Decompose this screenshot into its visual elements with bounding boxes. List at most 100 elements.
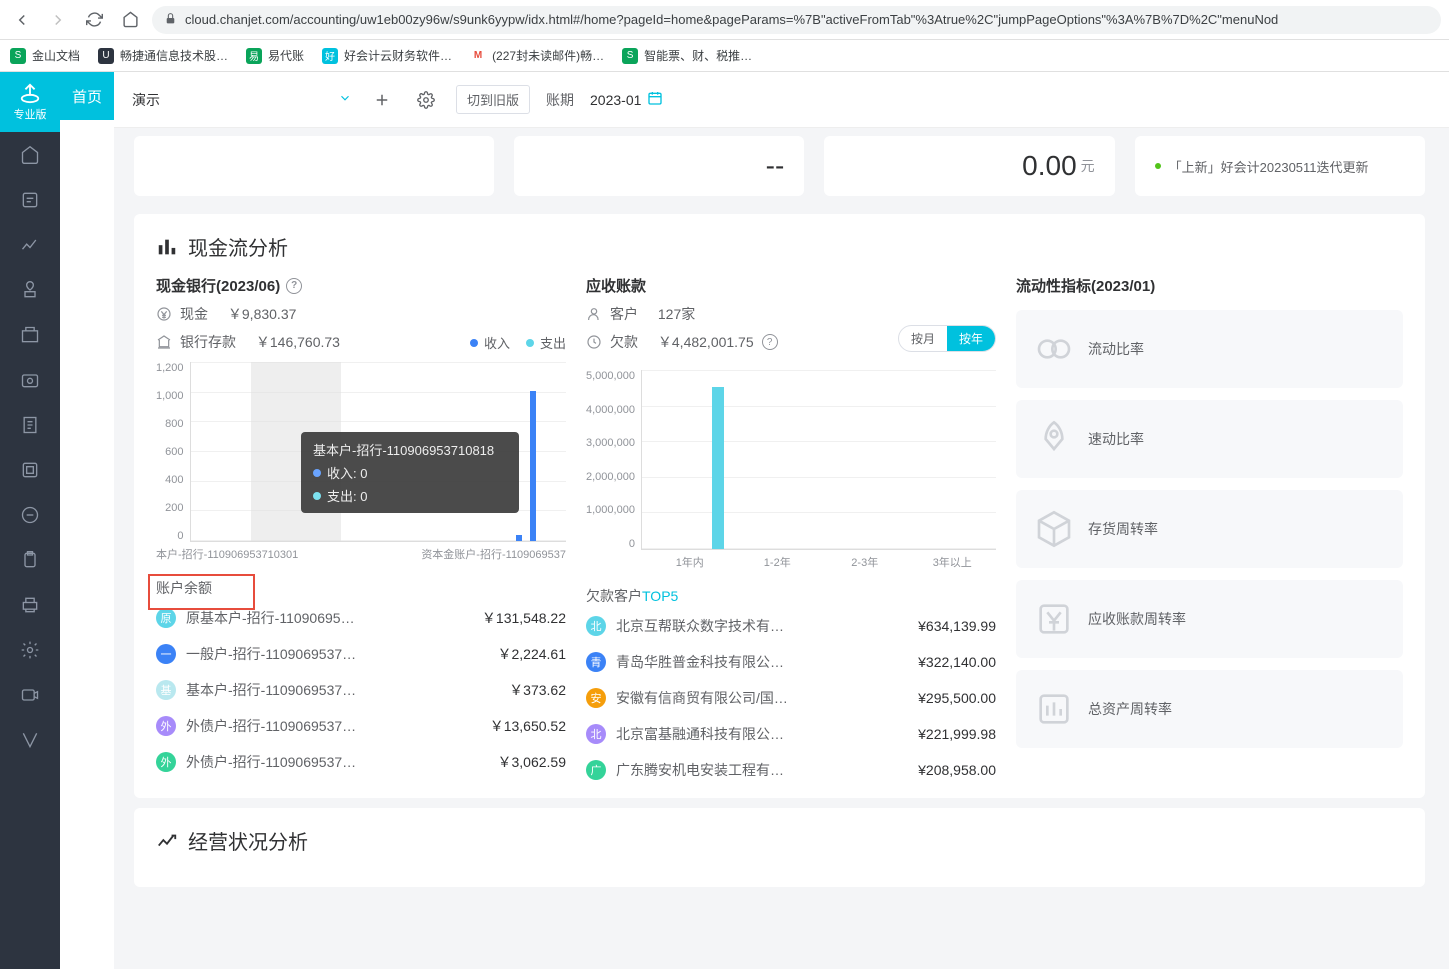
rail-tax-icon[interactable] — [0, 447, 60, 492]
yen-icon — [1034, 599, 1074, 639]
deposit-stat: 银行存款 ￥146,760.73 — [156, 332, 470, 352]
bookmark-label: 易代账 — [268, 47, 304, 64]
account-row[interactable]: 外外债户-招行-1109069537…￥13,650.52 — [156, 716, 566, 736]
edition-label: 专业版 — [14, 106, 47, 122]
help-icon[interactable]: ? — [286, 278, 302, 294]
forward-button[interactable] — [44, 6, 72, 34]
rail-home-icon[interactable] — [0, 132, 60, 177]
debtor-row[interactable]: 北北京富基融通科技有限公…¥221,999.98 — [586, 724, 996, 744]
rail-invoice-icon[interactable] — [0, 402, 60, 447]
app-logo[interactable]: 专业版 — [0, 72, 60, 132]
rail-report-icon[interactable] — [0, 222, 60, 267]
calendar-icon — [647, 90, 663, 109]
account-icon: 外 — [156, 716, 176, 736]
chart-bar — [516, 535, 522, 541]
help-icon[interactable]: ? — [762, 334, 778, 350]
rail-assets-icon[interactable] — [0, 312, 60, 357]
rail-print-icon[interactable] — [0, 582, 60, 627]
cash-bank-chart[interactable]: 1,2001,0008006004002000 本户-招行-1109069537… — [156, 362, 566, 562]
liquidity-card[interactable]: 总资产周转率 — [1016, 670, 1403, 748]
debtor-row[interactable]: 广广东腾安机电安装工程有…¥208,958.00 — [586, 760, 996, 780]
chart-tooltip: 基本户-招行-110906953710818 收入: 0 支出: 0 — [301, 432, 519, 513]
url-text: cloud.chanjet.com/accounting/uw1eb00zy96… — [185, 12, 1278, 27]
y-axis: 1,2001,0008006004002000 — [156, 362, 190, 542]
rail-funds-icon[interactable] — [0, 267, 60, 312]
add-button[interactable] — [368, 86, 396, 114]
gear-icon[interactable] — [412, 86, 440, 114]
period-value: 2023-01 — [590, 92, 641, 108]
rail-v-icon[interactable] — [0, 717, 60, 762]
rail-archive-icon[interactable] — [0, 492, 60, 537]
page-tabs: 首页 — [60, 72, 114, 969]
debtor-row[interactable]: 青青岛华胜普金科技有限公…¥322,140.00 — [586, 652, 996, 672]
account-row[interactable]: 外外债户-招行-1109069537…￥3,062.59 — [156, 752, 566, 772]
rail-salary-icon[interactable] — [0, 357, 60, 402]
bookmark-item[interactable]: U畅捷通信息技术股… — [98, 47, 228, 64]
reload-button[interactable] — [80, 6, 108, 34]
receivables-chart[interactable]: 5,000,0004,000,0003,000,0002,000,0001,00… — [586, 370, 996, 550]
bookmark-item[interactable]: M(227封未读邮件)畅… — [470, 47, 604, 64]
period-select[interactable]: 2023-01 — [590, 90, 663, 109]
account-row[interactable]: 原原基本户-招行-11090695…￥131,548.22 — [156, 608, 566, 628]
bookmark-item[interactable]: 好好会计云财务软件… — [322, 47, 452, 64]
address-bar[interactable]: cloud.chanjet.com/accounting/uw1eb00zy96… — [152, 6, 1441, 34]
liquidity-card[interactable]: 速动比率 — [1016, 400, 1403, 478]
summary-dash: -- — [514, 136, 804, 196]
rail-video-icon[interactable] — [0, 672, 60, 717]
liquidity-card[interactable]: 流动比率 — [1016, 310, 1403, 388]
operations-title: 经营状况分析 — [156, 826, 1403, 855]
bookmark-item[interactable]: S智能票、财、税推… — [622, 47, 752, 64]
debtor-icon: 北 — [586, 616, 606, 636]
trend-icon — [156, 830, 178, 852]
x-axis: 本户-招行-110906953710301资本金账户-招行-1109069537 — [156, 542, 566, 562]
home-button[interactable] — [116, 6, 144, 34]
org-selector[interactable]: 演示 — [132, 90, 352, 110]
chevron-down-icon — [338, 91, 352, 108]
bookmark-label: 金山文档 — [32, 47, 80, 64]
bookmarks-bar: S金山文档 U畅捷通信息技术股… 易易代账 好好会计云财务软件… M(227封未… — [0, 40, 1449, 72]
account-icon: 一 — [156, 644, 176, 664]
account-icon: 原 — [156, 608, 176, 628]
bank-icon — [156, 334, 172, 350]
rail-voucher-icon[interactable] — [0, 177, 60, 222]
highlight-box — [148, 574, 255, 610]
back-button[interactable] — [8, 6, 36, 34]
rail-clipboard-icon[interactable] — [0, 537, 60, 582]
box-icon — [1034, 509, 1074, 549]
bookmark-label: 畅捷通信息技术股… — [120, 47, 228, 64]
bookmark-item[interactable]: 易易代账 — [246, 47, 304, 64]
debtor-icon: 青 — [586, 652, 606, 672]
debt-stat: 欠款 ￥4,482,001.75 ? — [586, 332, 898, 352]
debtor-row[interactable]: 北北京互帮联众数字技术有…¥634,139.99 — [586, 616, 996, 636]
period-toggle: 按月 按年 — [898, 325, 996, 352]
account-row[interactable]: 基基本户-招行-1109069537…￥373.62 — [156, 680, 566, 700]
browser-toolbar: cloud.chanjet.com/accounting/uw1eb00zy96… — [0, 0, 1449, 40]
receivables-title: 应收账款 — [586, 275, 646, 296]
rail-settings-icon[interactable] — [0, 627, 60, 672]
liquidity-card[interactable]: 存货周转率 — [1016, 490, 1403, 568]
x-axis: 1年内1-2年2-3年3年以上 — [586, 550, 996, 570]
bookmark-item[interactable]: S金山文档 — [10, 47, 80, 64]
period-label: 账期 — [546, 90, 574, 110]
cash-bank-title: 现金银行(2023/06) ? — [156, 275, 566, 296]
switch-old-button[interactable]: 切到旧版 — [456, 85, 530, 114]
yen-icon — [156, 306, 172, 322]
liquidity-card[interactable]: 应收账款周转率 — [1016, 580, 1403, 658]
account-icon: 基 — [156, 680, 176, 700]
news-text: 「上新」好会计20230511迭代更新 — [1169, 157, 1369, 176]
cash-stat: 现金 ￥9,830.37 — [156, 304, 566, 324]
account-row[interactable]: 一一般户-招行-1109069537…￥2,224.61 — [156, 644, 566, 664]
bookmark-label: 智能票、财、税推… — [644, 47, 752, 64]
cashflow-title: 现金流分析 — [156, 232, 1403, 261]
org-name: 演示 — [132, 90, 160, 110]
bookmark-label: (227封未读邮件)畅… — [492, 47, 604, 64]
toggle-month[interactable]: 按月 — [899, 326, 947, 351]
summary-amount: 0.00元 — [824, 136, 1114, 196]
chart-bar — [530, 391, 536, 541]
toggle-year[interactable]: 按年 — [947, 326, 995, 351]
chart-bar — [712, 387, 724, 549]
news-item[interactable]: 「上新」好会计20230511迭代更新 — [1135, 136, 1425, 196]
tab-home[interactable]: 首页 — [60, 72, 114, 120]
chart-legend: 收入 支出 — [470, 333, 566, 352]
debtor-row[interactable]: 安安徽有信商贸有限公司/国…¥295,500.00 — [586, 688, 996, 708]
